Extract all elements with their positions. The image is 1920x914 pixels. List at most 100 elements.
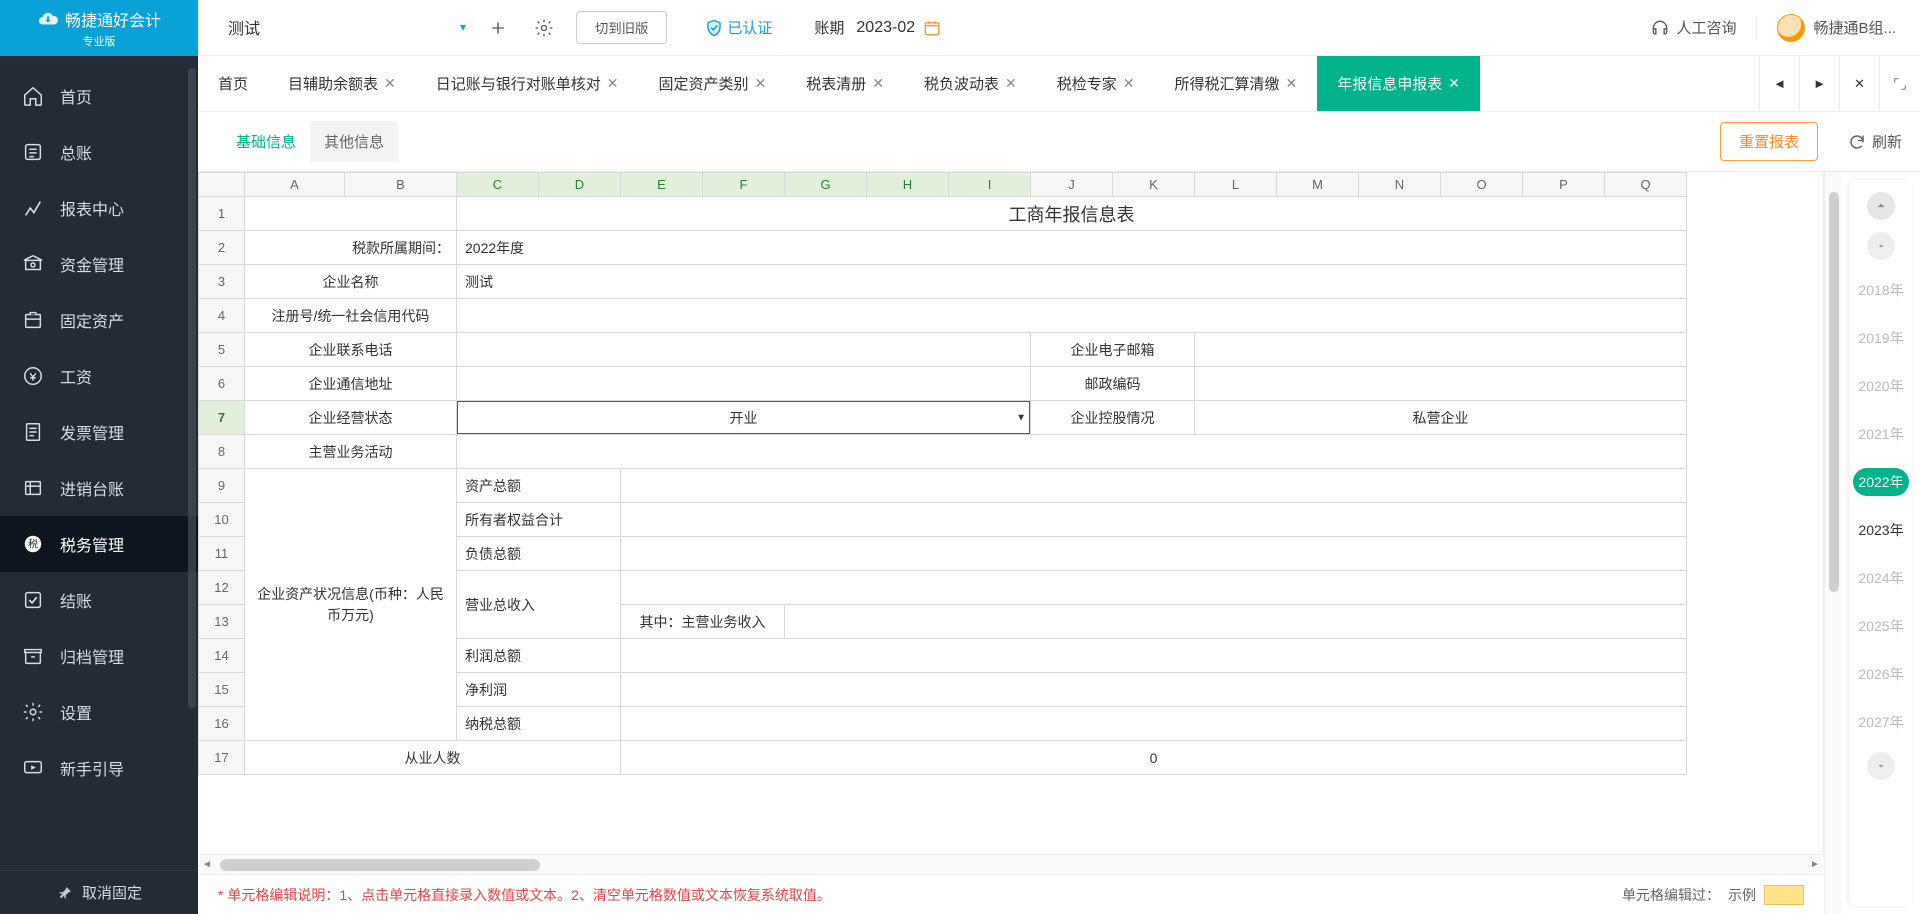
row-header-12[interactable]: 12	[199, 571, 245, 605]
year-prev-button[interactable]	[1867, 232, 1895, 260]
add-company-button[interactable]	[484, 14, 512, 42]
col-header-L[interactable]: L	[1195, 173, 1277, 197]
row-header-17[interactable]: 17	[199, 741, 245, 775]
row-header-2[interactable]: 2	[199, 231, 245, 265]
sidebar-item-settings[interactable]: 设置	[0, 684, 198, 740]
tab-close-icon[interactable]: ✕	[872, 75, 884, 92]
value-revenue[interactable]	[621, 571, 1687, 605]
year-2024年[interactable]: 2024年	[1850, 554, 1912, 602]
col-header-M[interactable]: M	[1277, 173, 1359, 197]
sidebar-item-fixed-assets[interactable]: 固定资产	[0, 292, 198, 348]
col-header-G[interactable]: G	[785, 173, 867, 197]
value-phone[interactable]	[457, 333, 1031, 367]
col-header-A[interactable]: A	[245, 173, 345, 197]
sidebar-item-tax[interactable]: 税税务管理	[0, 516, 198, 572]
tab-close-icon[interactable]: ✕	[1123, 75, 1135, 92]
year-next-button[interactable]	[1867, 752, 1895, 780]
row-header-7[interactable]: 7	[199, 401, 245, 435]
value-fin-15[interactable]	[621, 673, 1687, 707]
col-header-D[interactable]: D	[539, 173, 621, 197]
sidebar-item-funds[interactable]: 资金管理	[0, 236, 198, 292]
row-header-13[interactable]: 13	[199, 605, 245, 639]
settings-gear-button[interactable]	[530, 14, 558, 42]
year-2023年[interactable]: 2023年	[1850, 506, 1912, 554]
year-rail-collapse-button[interactable]	[1867, 192, 1895, 220]
user-menu[interactable]: 畅捷通B组...	[1777, 14, 1896, 42]
tab-年报信息申报表[interactable]: 年报信息申报表✕	[1317, 56, 1480, 111]
sidebar-item-archive[interactable]: 归档管理	[0, 628, 198, 684]
select-all-cell[interactable]	[199, 173, 245, 197]
value-fin-16[interactable]	[621, 707, 1687, 741]
tab-close-icon[interactable]: ✕	[1286, 75, 1298, 92]
year-2019年[interactable]: 2019年	[1850, 314, 1912, 362]
tab-所得税汇算清缴[interactable]: 所得税汇算清缴✕	[1155, 56, 1318, 111]
tab-目辅助余额表[interactable]: 目辅助余额表✕	[268, 56, 416, 111]
col-header-O[interactable]: O	[1441, 173, 1523, 197]
value-fin-9[interactable]	[621, 469, 1687, 503]
value-employees[interactable]: 0	[621, 741, 1687, 775]
value-fin-10[interactable]	[621, 503, 1687, 537]
row-header-14[interactable]: 14	[199, 639, 245, 673]
subtab-other-info[interactable]: 其他信息	[310, 121, 398, 162]
row-header-11[interactable]: 11	[199, 537, 245, 571]
row-header-15[interactable]: 15	[199, 673, 245, 707]
row-header-9[interactable]: 9	[199, 469, 245, 503]
refresh-button[interactable]: 刷新	[1848, 131, 1902, 152]
company-selector[interactable]: 测试 ▾	[228, 15, 466, 40]
row-header-8[interactable]: 8	[199, 435, 245, 469]
sidebar-item-salary[interactable]: 工资	[0, 348, 198, 404]
tab-日记账与银行对账单核对[interactable]: 日记账与银行对账单核对✕	[416, 56, 639, 111]
tab-首页[interactable]: 首页	[198, 56, 268, 111]
value-holding[interactable]: 私营企业	[1195, 401, 1687, 435]
value-fin-11[interactable]	[621, 537, 1687, 571]
col-header-C[interactable]: C	[457, 173, 539, 197]
sidebar-item-closing[interactable]: 结账	[0, 572, 198, 628]
sidebar-item-invoice[interactable]: 发票管理	[0, 404, 198, 460]
year-2020年[interactable]: 2020年	[1850, 362, 1912, 410]
col-header-J[interactable]: J	[1031, 173, 1113, 197]
value-email[interactable]	[1195, 333, 1687, 367]
year-2027年[interactable]: 2027年	[1850, 698, 1912, 746]
sidebar-item-reports[interactable]: 报表中心	[0, 180, 198, 236]
tab-close-icon[interactable]: ✕	[607, 75, 619, 92]
value-reg-code[interactable]	[457, 299, 1687, 333]
year-2025年[interactable]: 2025年	[1850, 602, 1912, 650]
row-header-16[interactable]: 16	[199, 707, 245, 741]
horizontal-scrollbar[interactable]: ◄►	[198, 854, 1824, 874]
row-header-5[interactable]: 5	[199, 333, 245, 367]
col-header-B[interactable]: B	[345, 173, 457, 197]
tab-税负波动表[interactable]: 税负波动表✕	[904, 56, 1037, 111]
row-header-10[interactable]: 10	[199, 503, 245, 537]
sidebar-item-psi[interactable]: 进销台账	[0, 460, 198, 516]
tab-税表清册[interactable]: 税表清册✕	[786, 56, 904, 111]
subtab-basic-info[interactable]: 基础信息	[222, 121, 310, 162]
year-2026年[interactable]: 2026年	[1850, 650, 1912, 698]
value-biz-status[interactable]: 开业▼	[457, 401, 1031, 435]
col-header-H[interactable]: H	[867, 173, 949, 197]
sidebar-scrollbar[interactable]	[188, 68, 196, 708]
value-postcode[interactable]	[1195, 367, 1687, 401]
tabs-close-button[interactable]: ✕	[1840, 56, 1880, 111]
tab-close-icon[interactable]: ✕	[1448, 75, 1460, 92]
col-header-Q[interactable]: Q	[1605, 173, 1687, 197]
value-fin-14[interactable]	[621, 639, 1687, 673]
value-main-revenue[interactable]	[785, 605, 1687, 639]
vertical-scrollbar[interactable]	[1824, 172, 1842, 914]
tabs-next-button[interactable]: ►	[1800, 56, 1840, 111]
tab-close-icon[interactable]: ✕	[1005, 75, 1017, 92]
sidebar-item-guide[interactable]: 新手引导	[0, 740, 198, 796]
sidebar-item-ledger[interactable]: 总账	[0, 124, 198, 180]
tab-close-icon[interactable]: ✕	[755, 75, 767, 92]
row-header-3[interactable]: 3	[199, 265, 245, 299]
col-header-E[interactable]: E	[621, 173, 703, 197]
row-header-1[interactable]: 1	[199, 197, 245, 231]
human-consult-button[interactable]: 人工咨询	[1650, 17, 1736, 38]
unpin-sidebar-button[interactable]: 取消固定	[0, 870, 198, 914]
col-header-K[interactable]: K	[1113, 173, 1195, 197]
tab-固定资产类别[interactable]: 固定资产类别✕	[639, 56, 787, 111]
year-2021年[interactable]: 2021年	[1850, 410, 1912, 458]
period-picker[interactable]: 2023-02	[856, 19, 941, 37]
year-2022年[interactable]: 2022年	[1853, 468, 1909, 496]
tabs-expand-button[interactable]	[1880, 56, 1920, 111]
col-header-I[interactable]: I	[949, 173, 1031, 197]
